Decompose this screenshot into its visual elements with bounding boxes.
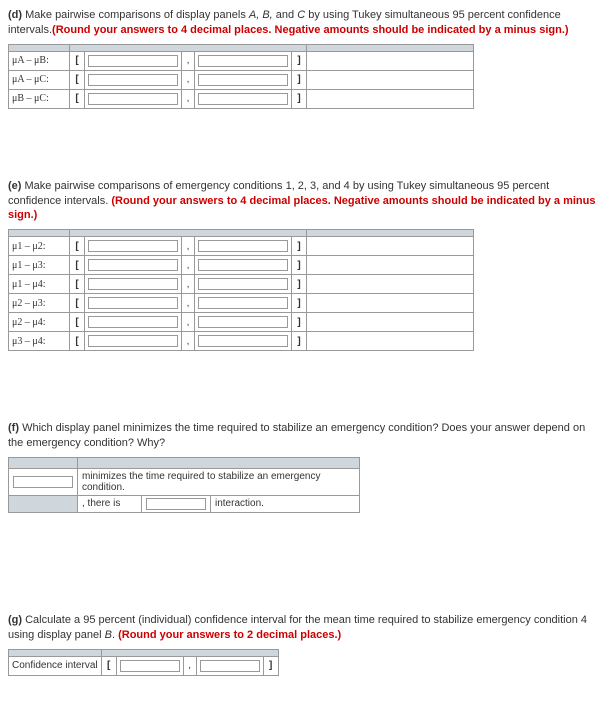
interaction-text: interaction.	[211, 495, 360, 512]
lower-bound-input[interactable]	[88, 316, 178, 328]
row-label: μ1 – μ2:	[9, 237, 70, 256]
row-label: Confidence interval	[9, 656, 102, 675]
part-d-label: (d)	[8, 9, 22, 21]
row-label: μ1 – μ4:	[9, 275, 70, 294]
there-is-text: , there is	[78, 495, 142, 512]
part-d-intro: (d) Make pairwise comparisons of display…	[8, 8, 596, 38]
upper-bound-input[interactable]	[198, 335, 288, 347]
interaction-select-input[interactable]	[146, 498, 206, 510]
part-f-table: minimizes the time required to stabilize…	[8, 457, 360, 513]
part-e-table: μ1 – μ2: [ , ] μ1 – μ3: [ , ] μ1 – μ4: […	[8, 229, 474, 351]
part-g-b: B	[105, 629, 112, 641]
row-label: μ1 – μ3:	[9, 256, 70, 275]
upper-bound-input[interactable]	[198, 259, 288, 271]
upper-bound-input[interactable]	[198, 55, 288, 67]
lower-bound-input[interactable]	[120, 660, 180, 672]
part-e-intro: (e) Make pairwise comparisons of emergen…	[8, 179, 596, 224]
minimize-text: minimizes the time required to stabilize…	[78, 468, 360, 495]
part-d-text2: and	[273, 9, 297, 21]
lower-bound-input[interactable]	[88, 297, 178, 309]
table-row: μ3 – μ4: [ , ]	[9, 332, 474, 351]
table-row: μ1 – μ3: [ , ]	[9, 256, 474, 275]
panel-select-input[interactable]	[13, 476, 73, 488]
part-g-label: (g)	[8, 614, 22, 626]
lower-bound-input[interactable]	[88, 74, 178, 86]
lower-bound-input[interactable]	[88, 55, 178, 67]
table-row: μA – μC: [ , ]	[9, 70, 474, 89]
table-row: minimizes the time required to stabilize…	[9, 468, 360, 495]
lower-bound-input[interactable]	[88, 278, 178, 290]
part-d-ab: A, B,	[249, 9, 273, 21]
part-d-text1: Make pairwise comparisons of display pan…	[25, 9, 249, 21]
table-row: μ1 – μ4: [ , ]	[9, 275, 474, 294]
table-row: μ1 – μ2: [ , ]	[9, 237, 474, 256]
lower-bound-input[interactable]	[88, 335, 178, 347]
bracket-open: [	[70, 51, 85, 70]
upper-bound-input[interactable]	[198, 297, 288, 309]
table-row: μ2 – μ4: [ , ]	[9, 313, 474, 332]
upper-bound-input[interactable]	[198, 240, 288, 252]
part-d-table: μA – μB: [ , ] μA – μC: [ , ] μB – μC: […	[8, 44, 474, 109]
bracket-close: ]	[292, 51, 307, 70]
part-g-intro: (g) Calculate a 95 percent (individual) …	[8, 613, 596, 643]
part-g-round: (Round your answers to 2 decimal places.…	[118, 629, 341, 641]
row-label: μ2 – μ3:	[9, 294, 70, 313]
table-row: μ2 – μ3: [ , ]	[9, 294, 474, 313]
lower-bound-input[interactable]	[88, 259, 178, 271]
upper-bound-input[interactable]	[198, 316, 288, 328]
part-f-text: Which display panel minimizes the time r…	[8, 422, 585, 449]
part-d-round: (Round your answers to 4 decimal places.…	[52, 24, 569, 36]
part-d-c: C	[297, 9, 305, 21]
part-g-table: Confidence interval [ , ]	[8, 649, 279, 676]
part-f-label: (f)	[8, 422, 19, 434]
part-e-label: (e)	[8, 180, 21, 192]
comma: ,	[182, 51, 195, 70]
table-row: , there is interaction.	[9, 495, 360, 512]
lower-bound-input[interactable]	[88, 240, 178, 252]
row-label: μA – μC:	[9, 70, 70, 89]
row-label: μB – μC:	[9, 89, 70, 108]
row-label: μA – μB:	[9, 51, 70, 70]
lower-bound-input[interactable]	[88, 93, 178, 105]
upper-bound-input[interactable]	[200, 660, 260, 672]
upper-bound-input[interactable]	[198, 74, 288, 86]
table-row: μA – μB: [ , ]	[9, 51, 474, 70]
table-row: Confidence interval [ , ]	[9, 656, 279, 675]
table-row: μB – μC: [ , ]	[9, 89, 474, 108]
upper-bound-input[interactable]	[198, 278, 288, 290]
part-f-intro: (f) Which display panel minimizes the ti…	[8, 421, 596, 451]
row-label: μ2 – μ4:	[9, 313, 70, 332]
row-label: μ3 – μ4:	[9, 332, 70, 351]
upper-bound-input[interactable]	[198, 93, 288, 105]
